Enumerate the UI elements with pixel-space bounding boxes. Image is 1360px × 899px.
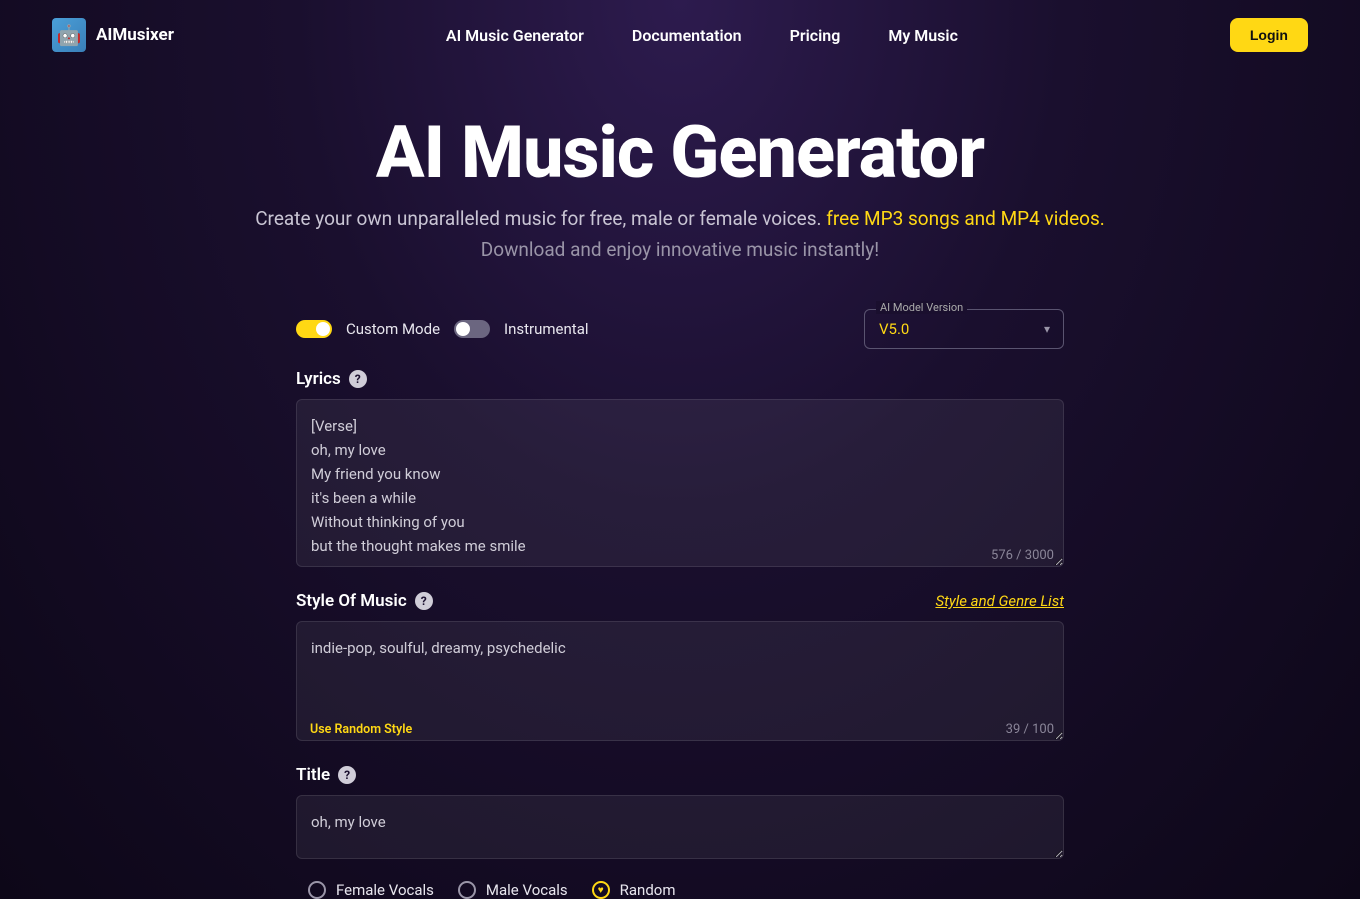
vocals-radio-group: Female Vocals Male Vocals ♥ Random (296, 881, 1064, 899)
style-counter: 39 / 100 (1006, 722, 1054, 737)
use-random-style-button[interactable]: Use Random Style (310, 722, 412, 737)
nav-pricing[interactable]: Pricing (790, 26, 841, 45)
instrumental-label: Instrumental (504, 320, 588, 338)
model-value: V5.0 (879, 320, 909, 338)
login-button[interactable]: Login (1230, 18, 1308, 52)
female-vocals-label: Female Vocals (336, 881, 434, 899)
logo-icon: 🤖 (52, 18, 86, 52)
female-vocals-radio[interactable]: Female Vocals (308, 881, 434, 899)
hero-subtitle-1: Create your own unparalleled music for f… (20, 207, 1340, 230)
title-label-text: Title (296, 765, 330, 785)
model-legend: AI Model Version (876, 301, 967, 314)
lyrics-counter: 576 / 3000 (991, 548, 1054, 563)
main-nav: AI Music Generator Documentation Pricing… (446, 26, 958, 45)
help-icon[interactable]: ? (349, 370, 367, 388)
radio-icon (458, 881, 476, 899)
style-label-text: Style Of Music (296, 591, 407, 611)
help-icon[interactable]: ? (338, 766, 356, 784)
random-vocals-radio[interactable]: ♥ Random (592, 881, 676, 899)
male-vocals-radio[interactable]: Male Vocals (458, 881, 568, 899)
style-genre-link[interactable]: Style and Genre List (935, 592, 1064, 610)
lyrics-input[interactable] (296, 399, 1064, 567)
hero-sub1-text: Create your own unparalleled music for f… (255, 207, 826, 230)
nav-mymusic[interactable]: My Music (888, 26, 958, 45)
help-icon[interactable]: ? (415, 592, 433, 610)
custom-mode-label: Custom Mode (346, 320, 440, 338)
nav-docs[interactable]: Documentation (632, 26, 742, 45)
heart-icon: ♥ (598, 885, 604, 896)
instrumental-toggle[interactable] (454, 320, 490, 338)
custom-mode-toggle[interactable] (296, 320, 332, 338)
model-select[interactable]: V5.0 ▾ (864, 309, 1064, 349)
radio-icon-selected: ♥ (592, 881, 610, 899)
random-vocals-label: Random (620, 881, 676, 899)
radio-icon (308, 881, 326, 899)
style-label: Style Of Music ? (296, 591, 433, 611)
brand-name: AIMusixer (96, 25, 174, 45)
title-input[interactable] (296, 795, 1064, 859)
title-label: Title ? (296, 765, 356, 785)
male-vocals-label: Male Vocals (486, 881, 568, 899)
nav-generator[interactable]: AI Music Generator (446, 26, 584, 45)
chevron-down-icon: ▾ (1044, 322, 1050, 336)
logo-group[interactable]: 🤖 AIMusixer (52, 18, 174, 52)
hero-subtitle-2: Download and enjoy innovative music inst… (20, 238, 1340, 261)
page-title: AI Music Generator (20, 110, 1340, 195)
lyrics-label-text: Lyrics (296, 369, 341, 389)
hero-sub1-highlight: free MP3 songs and MP4 videos. (826, 207, 1105, 230)
lyrics-label: Lyrics ? (296, 369, 367, 389)
